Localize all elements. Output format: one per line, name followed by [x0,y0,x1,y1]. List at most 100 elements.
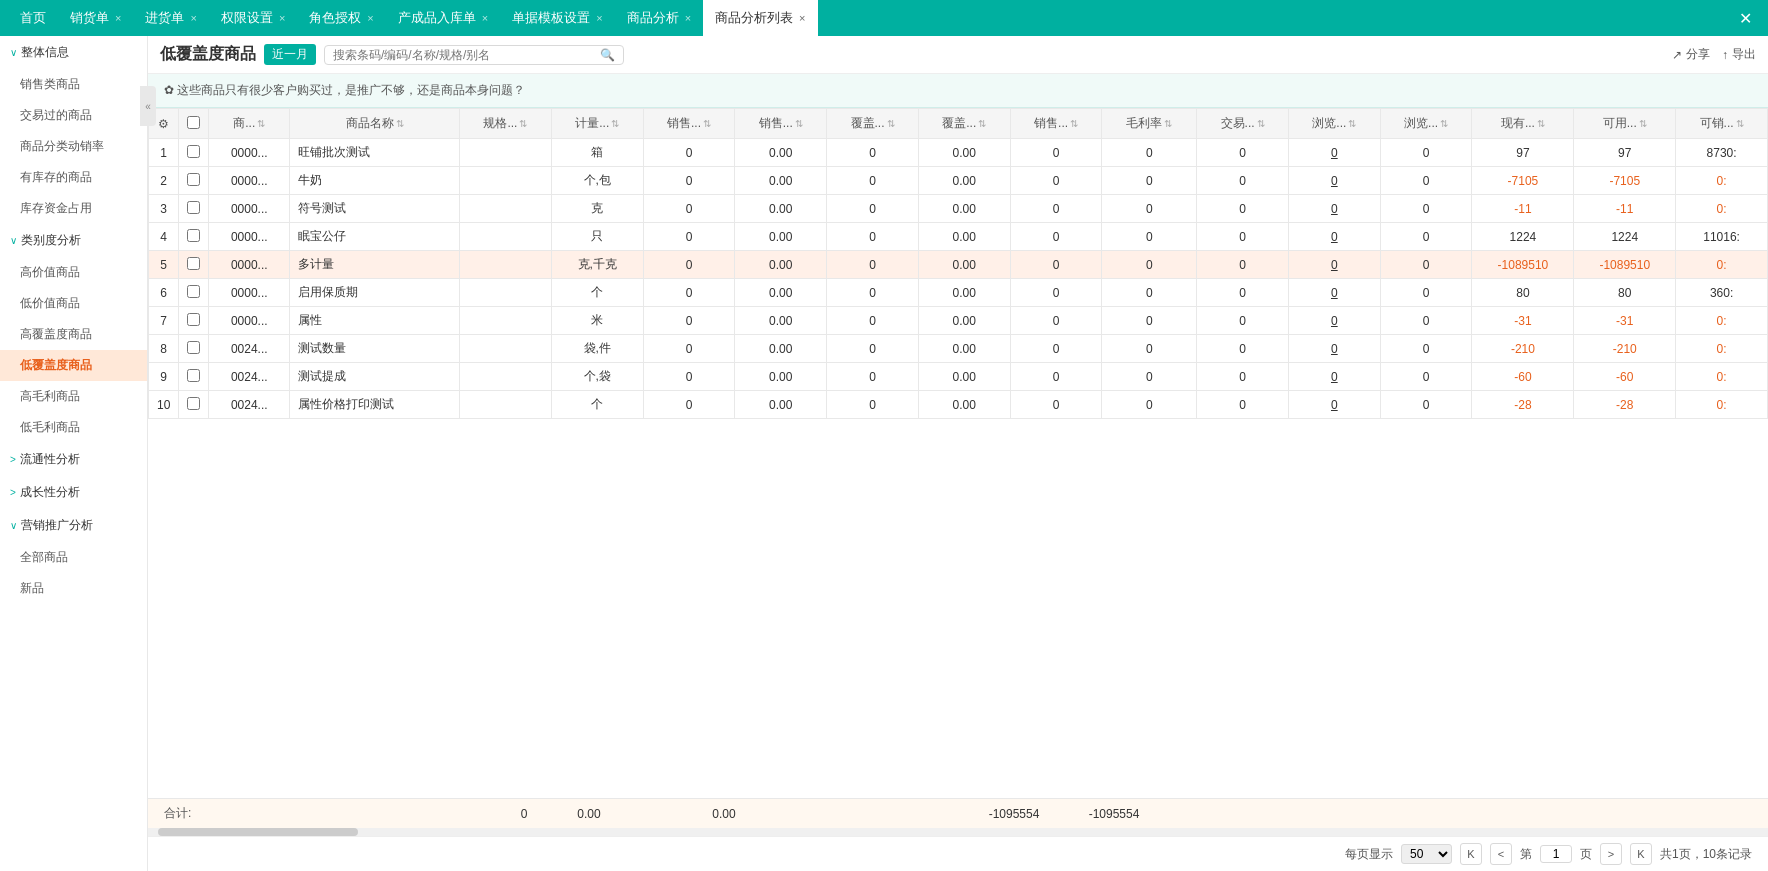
nav-permissions[interactable]: 权限设置 × [209,0,297,36]
select-all-checkbox[interactable] [187,116,200,129]
row-sellable: 360: [1676,279,1768,307]
search-box[interactable]: 🔍 [324,45,624,65]
row-browse1[interactable]: 0 [1288,307,1380,335]
row-checkbox[interactable] [179,195,209,223]
sidebar-collapse-button[interactable]: « [140,86,156,126]
col-current-stock[interactable]: 现有...⇅ [1472,109,1574,139]
next-page-button[interactable]: > [1600,843,1622,865]
sidebar-item-traded-goods[interactable]: 交易过的商品 [0,100,147,131]
nav-role-auth[interactable]: 角色授权 × [297,0,385,36]
nav-close-role[interactable]: × [367,12,373,24]
page-number-input[interactable] [1540,845,1572,863]
sidebar-item-stocked-goods[interactable]: 有库存的商品 [0,162,147,193]
sidebar-item-low-value[interactable]: 低价值商品 [0,288,147,319]
row-unit: 克,千克 [551,251,643,279]
nav-product-inbound[interactable]: 产成品入库单 × [386,0,500,36]
row-browse1[interactable]: 0 [1288,139,1380,167]
row-browse1[interactable]: 0 [1288,335,1380,363]
nav-purchase[interactable]: 进货单 × [133,0,208,36]
sidebar-item-new-goods[interactable]: 新品 [0,573,147,604]
row-checkbox[interactable] [179,167,209,195]
row-browse1[interactable]: 0 [1288,363,1380,391]
nav-product-analysis-list[interactable]: 商品分析列表 × [703,0,817,36]
col-sales3[interactable]: 销售...⇅ [1010,109,1102,139]
col-browse1[interactable]: 浏览...⇅ [1288,109,1380,139]
row-browse1[interactable]: 0 [1288,167,1380,195]
col-gross-margin[interactable]: 毛利率⇅ [1102,109,1197,139]
row-browse1[interactable]: 0 [1288,391,1380,419]
row-sellable: 0: [1676,251,1768,279]
table-row: 1 0000... 旺铺批次测试 箱 0 0.00 0 0.00 0 0 0 0… [149,139,1768,167]
col-code[interactable]: 商...⇅ [209,109,290,139]
row-checkbox[interactable] [179,279,209,307]
sidebar-section-overall[interactable]: ∨ 整体信息 [0,36,147,69]
row-current-stock: -1089510 [1472,251,1574,279]
nav-sales-order[interactable]: 销货单 × [58,0,133,36]
col-sales-qty[interactable]: 销售...⇅ [643,109,735,139]
row-checkbox[interactable] [179,307,209,335]
nav-close-template[interactable]: × [596,12,602,24]
col-unit[interactable]: 计量...⇅ [551,109,643,139]
sidebar-item-stock-capital[interactable]: 库存资金占用 [0,193,147,224]
horizontal-scrollbar[interactable] [148,828,1768,836]
sidebar-section-marketing[interactable]: ∨ 营销推广分析 [0,509,147,542]
col-cover2[interactable]: 覆盖...⇅ [918,109,1010,139]
nav-close-product[interactable]: × [482,12,488,24]
last-page-button[interactable]: K [1630,843,1652,865]
sidebar-item-high-margin[interactable]: 高毛利商品 [0,381,147,412]
sidebar-item-high-value[interactable]: 高价值商品 [0,257,147,288]
col-cover1[interactable]: 覆盖...⇅ [827,109,919,139]
sidebar-item-high-coverage[interactable]: 高覆盖度商品 [0,319,147,350]
time-filter-button[interactable]: 近一月 [264,44,316,65]
share-button[interactable]: ↗ 分享 [1672,46,1710,63]
row-sales-amt: 0.00 [735,307,827,335]
nav-close-analysis[interactable]: × [685,12,691,24]
nav-close-purchase[interactable]: × [190,12,196,24]
row-browse1[interactable]: 0 [1288,251,1380,279]
col-browse2[interactable]: 浏览...⇅ [1380,109,1472,139]
col-spec[interactable]: 规格...⇅ [460,109,552,139]
scrollbar-thumb[interactable] [158,828,358,836]
export-button[interactable]: ↑ 导出 [1722,46,1756,63]
col-trade[interactable]: 交易...⇅ [1197,109,1289,139]
sidebar-item-sales-goods[interactable]: 销售类商品 [0,69,147,100]
prev-page-button[interactable]: < [1490,843,1512,865]
row-browse1[interactable]: 0 [1288,223,1380,251]
row-checkbox[interactable] [179,335,209,363]
row-no: 7 [149,307,179,335]
first-page-button[interactable]: K [1460,843,1482,865]
nav-close-analysis-list[interactable]: × [799,12,805,24]
row-name: 属性 [290,307,460,335]
col-available-stock[interactable]: 可用...⇅ [1574,109,1676,139]
row-code: 0024... [209,363,290,391]
col-checkbox[interactable] [179,109,209,139]
row-checkbox[interactable] [179,391,209,419]
col-sellable[interactable]: 可销...⇅ [1676,109,1768,139]
sidebar-section-category[interactable]: ∨ 类别度分析 [0,224,147,257]
search-input[interactable] [333,48,600,62]
nav-home[interactable]: 首页 [8,0,58,36]
per-page-select[interactable]: 50 20 100 200 [1401,844,1452,864]
sidebar-item-low-coverage[interactable]: 低覆盖度商品 [0,350,147,381]
sidebar-item-all-goods[interactable]: 全部商品 [0,542,147,573]
row-browse1[interactable]: 0 [1288,195,1380,223]
sidebar-section-liquidity[interactable]: > 流通性分析 [0,443,147,476]
col-sales-amt[interactable]: 销售...⇅ [735,109,827,139]
sidebar-item-low-margin[interactable]: 低毛利商品 [0,412,147,443]
row-browse1[interactable]: 0 [1288,279,1380,307]
nav-template[interactable]: 单据模板设置 × [500,0,614,36]
col-name[interactable]: 商品名称⇅ [290,109,460,139]
row-spec [460,251,552,279]
row-checkbox[interactable] [179,223,209,251]
nav-close-sales[interactable]: × [115,12,121,24]
sidebar-item-category-turnover[interactable]: 商品分类动销率 [0,131,147,162]
window-close-button[interactable]: ✕ [1731,9,1760,28]
sidebar-section-growth[interactable]: > 成长性分析 [0,476,147,509]
row-gross-margin: 0 [1102,307,1197,335]
nav-product-analysis[interactable]: 商品分析 × [615,0,703,36]
row-checkbox[interactable] [179,251,209,279]
nav-close-permissions[interactable]: × [279,12,285,24]
table-row: 4 0000... 眠宝公仔 只 0 0.00 0 0.00 0 0 0 0 0… [149,223,1768,251]
row-checkbox[interactable] [179,139,209,167]
row-checkbox[interactable] [179,363,209,391]
